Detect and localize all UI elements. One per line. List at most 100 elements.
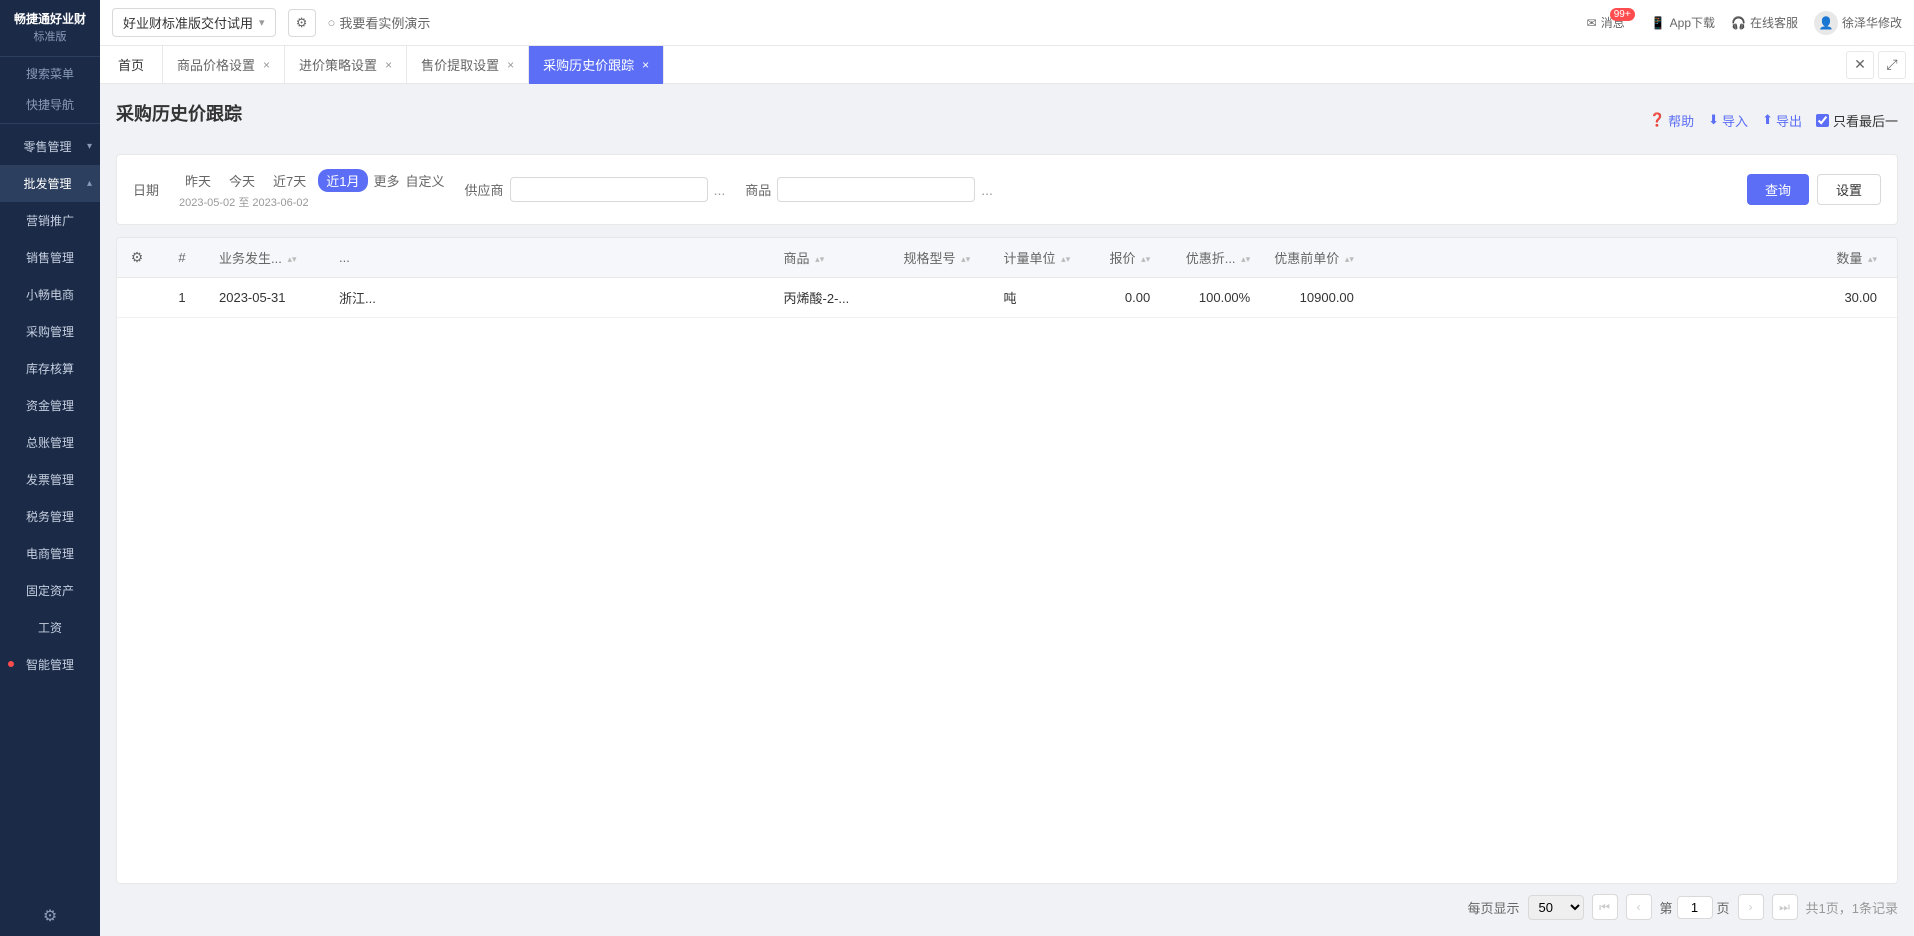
tab-close-icon[interactable]: × [642,58,649,72]
app-download-button[interactable]: 📱 App下载 [1651,14,1715,31]
th-date[interactable]: 业务发生... ▴▾ [207,238,327,278]
sidebar: 畅捷通好业财 标准版 搜索菜单 快捷导航 零售管理 ▾ 批发管理 ▴ 营销推广 … [0,0,100,936]
date-custom-btn[interactable]: 自定义 [406,171,445,190]
th-price[interactable]: 报价 ▴▾ [1082,238,1162,278]
supplier-label: 供应商 [465,180,504,199]
date-last7-btn[interactable]: 近7天 [267,169,312,192]
sidebar-item-salary[interactable]: 工资 [0,609,100,646]
page-unit: 页 [1717,898,1730,917]
prev-page-button[interactable]: ‹ [1626,894,1652,920]
sidebar-item-purchase[interactable]: 采购管理 [0,313,100,350]
sidebar-item-inventory[interactable]: 库存核算 [0,350,100,387]
th-discount[interactable]: 优惠折... ▴▾ [1162,238,1262,278]
message-button[interactable]: ✉ 消息 99+ [1587,14,1625,31]
next-page-button[interactable]: › [1738,894,1764,920]
date-last1m-btn[interactable]: 近1月 [318,169,367,192]
sidebar-item-tax[interactable]: 税务管理 [0,498,100,535]
version-label: 好业财标准版交付试用 [123,13,253,32]
goods-input[interactable] [777,177,975,202]
tab-sale-price[interactable]: 售价提取设置 × [407,46,529,84]
sidebar-item-ecommerce-small[interactable]: 小畅电商 [0,276,100,313]
tab-close-icon[interactable]: × [385,58,392,72]
sidebar-quick-nav[interactable]: 快捷导航 [0,90,100,119]
settings-button[interactable]: 设置 [1817,174,1881,205]
tab-purchase-strategy-label: 进价策略设置 [299,55,377,74]
online-service-button[interactable]: 🎧 在线客服 [1731,14,1798,31]
demo-button[interactable]: ○ 我要看实例演示 [328,13,431,32]
th-undiscount-price[interactable]: 优惠前单价 ▴▾ [1262,238,1366,278]
sidebar-gear-button[interactable]: ⚙ [0,896,100,936]
tab-home[interactable]: 首页 [100,46,163,84]
sidebar-item-marketing[interactable]: 营销推广 [0,202,100,239]
date-filter-group: 昨天 今天 近7天 近1月 更多 自定义 2023-05-02 至 2023-0… [179,169,445,210]
sidebar-item-assets[interactable]: 固定资产 [0,572,100,609]
message-icon: ✉ [1587,16,1597,30]
td-discount: 100.00% [1162,278,1262,318]
th-goods[interactable]: 商品 ▴▾ [772,238,892,278]
page-label: 第 [1660,898,1673,917]
help-link[interactable]: ❓ 帮助 [1649,111,1694,130]
tabs-actions: ✕ ⤢ [1838,51,1914,79]
topbar-right: ✉ 消息 99+ 📱 App下载 🎧 在线客服 👤 徐泽华修改 [1587,11,1902,35]
import-button[interactable]: ⬇ 导入 [1708,111,1748,130]
tab-purchase-strategy[interactable]: 进价策略设置 × [285,46,407,84]
goods-more-icon[interactable]: ... [981,182,993,198]
table-row: 1 2023-05-31 浙江... 丙烯酸-2-... 吨 0.00 100.… [117,278,1897,318]
date-range-display: 2023-05-02 至 2023-06-02 [179,194,445,210]
sidebar-item-retail[interactable]: 零售管理 ▾ [0,128,100,165]
td-unit: 吨 [992,278,1083,318]
supplier-filter-group: 供应商 ... [465,177,726,202]
tab-goods-price[interactable]: 商品价格设置 × [163,46,285,84]
tab-close-icon[interactable]: × [263,58,270,72]
sidebar-item-smart[interactable]: 智能管理 [0,646,100,683]
sidebar-item-finance[interactable]: 资金管理 [0,387,100,424]
sidebar-item-ledger[interactable]: 总账管理 [0,424,100,461]
close-tab-button[interactable]: ✕ [1846,51,1874,79]
th-more[interactable]: ... [327,238,772,278]
only-last-checkbox[interactable] [1816,114,1829,127]
sort-icon: ▴▾ [1061,255,1070,264]
topbar-settings-button[interactable]: ⚙ [288,9,316,37]
sort-icon: ▴▾ [287,255,296,264]
date-today-btn[interactable]: 今天 [223,169,261,192]
th-unit[interactable]: 计量单位 ▴▾ [992,238,1083,278]
maximize-tab-button[interactable]: ⤢ [1878,51,1906,79]
sidebar-item-sales[interactable]: 销售管理 [0,239,100,276]
sidebar-divider [0,123,100,124]
th-qty[interactable]: 数量 ▴▾ [1366,238,1897,278]
tab-purchase-history[interactable]: 采购历史价跟踪 × [529,46,664,84]
version-selector[interactable]: 好业财标准版交付试用 ▾ [112,8,276,37]
page-title: 采购历史价跟踪 [116,100,242,126]
query-button[interactable]: 查询 [1747,174,1809,205]
page-indicator: 第 1 页 [1660,896,1730,919]
user-profile-button[interactable]: 👤 徐泽华修改 [1814,11,1902,35]
th-spec[interactable]: 规格型号 ▴▾ [892,238,992,278]
only-last-checkbox-label[interactable]: 只看最后一 [1816,111,1898,130]
tab-close-icon[interactable]: × [507,58,514,72]
sidebar-item-invoice[interactable]: 发票管理 [0,461,100,498]
sidebar-search[interactable]: 搜索菜单 [0,57,100,90]
sort-icon: ▴▾ [1241,255,1250,264]
filter-row: 日期 昨天 今天 近7天 近1月 更多 自定义 2023-05-02 至 202… [133,169,1881,210]
page-content: 采购历史价跟踪 ❓ 帮助 ⬇ 导入 ⬆ 导出 只看最后一 [100,84,1914,936]
sidebar-item-ecommerce[interactable]: 电商管理 [0,535,100,572]
supplier-more-icon[interactable]: ... [714,182,726,198]
sidebar-item-wholesale[interactable]: 批发管理 ▴ [0,165,100,202]
export-button[interactable]: ⬆ 导出 [1762,111,1802,130]
td-undiscount-price: 10900.00 [1262,278,1366,318]
first-page-button[interactable]: ⏮ [1592,894,1618,920]
td-date: 2023-05-31 [207,278,327,318]
date-more-btn[interactable]: 更多 [374,171,400,190]
last-page-button[interactable]: ⏭ [1772,894,1798,920]
date-yesterday-btn[interactable]: 昨天 [179,169,217,192]
app-name: 畅捷通好业财 [8,12,92,28]
supplier-input[interactable] [510,177,708,202]
page-input[interactable]: 1 [1677,896,1713,919]
date-filter-label: 日期 [133,180,159,199]
username-label: 徐泽华修改 [1842,14,1902,31]
td-spec [892,278,992,318]
th-settings[interactable]: ⚙ [117,238,157,278]
tab-home-label: 首页 [118,55,144,74]
sort-icon: ▴▾ [1141,255,1150,264]
per-page-select[interactable]: 50 10 20 100 [1528,895,1584,920]
